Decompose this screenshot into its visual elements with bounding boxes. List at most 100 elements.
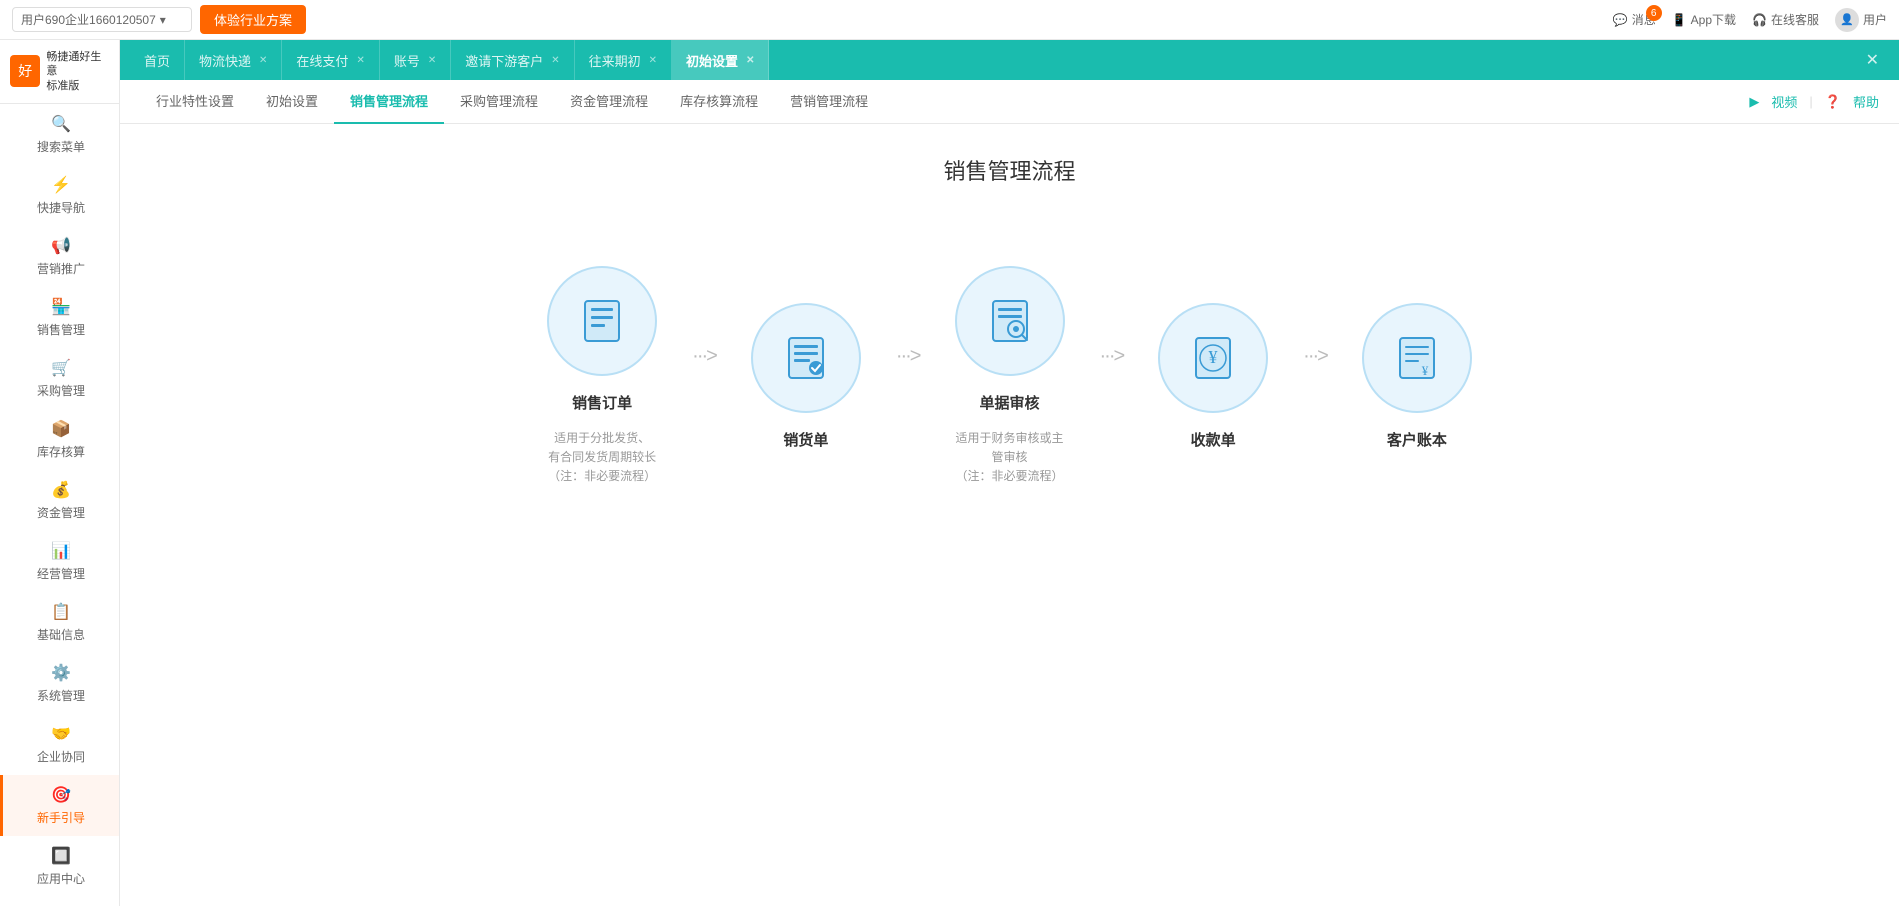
- collab-icon: 🤝: [51, 724, 71, 744]
- tab-close-account[interactable]: ✕: [428, 55, 436, 66]
- sidebar-item-label: 库存核算: [37, 443, 85, 460]
- online-service-item[interactable]: 🎧 在线客服: [1752, 11, 1819, 28]
- apps-icon: 🔲: [51, 846, 71, 866]
- flow-arrow-4: ···>: [1293, 345, 1337, 368]
- close-all-tabs[interactable]: ✕: [1856, 50, 1889, 70]
- sidebar-item-wechat[interactable]: 💬 企业微信: [0, 897, 119, 906]
- search-icon: 🔍: [51, 114, 71, 134]
- tab-close-period[interactable]: ✕: [649, 55, 657, 66]
- sidebar-item-sales[interactable]: 🏪 销售管理: [0, 287, 119, 348]
- flow-step-sales_order[interactable]: 销售订单适用于分批发货、 有合同发货周期较长 （注：非必要流程）: [522, 266, 682, 487]
- sidebar-item-search[interactable]: 🔍 搜索菜单: [0, 104, 119, 165]
- sub-tab-marketing_flow[interactable]: 营销管理流程: [774, 80, 884, 124]
- top-bar: 用户690企业1660120507 ▾ 体验行业方案 💬 消息 6 📱 App下…: [0, 0, 1899, 40]
- sidebar-item-operation[interactable]: 📊 经营管理: [0, 531, 119, 592]
- nav-tabs-container: 首页物流快递 ✕ 在线支付 ✕ 账号 ✕ 邀请下游客户 ✕ 往来期初 ✕ 初始设置 ✕: [130, 40, 769, 80]
- sidebar-item-inventory[interactable]: 📦 库存核算: [0, 409, 119, 470]
- user-name-label: 用户: [1863, 11, 1887, 28]
- flow-desc-sales_order: 适用于分批发货、 有合同发货周期较长 （注：非必要流程）: [548, 429, 656, 487]
- flow-label-receipt: 收款单: [1191, 429, 1236, 450]
- nav-tab-setup[interactable]: 初始设置 ✕: [672, 40, 769, 80]
- message-badge: 6: [1646, 5, 1662, 21]
- flow-label-delivery: 销货单: [783, 429, 828, 450]
- sidebar-item-system[interactable]: ⚙️ 系统管理: [0, 653, 119, 714]
- sidebar-item-label: 销售管理: [37, 321, 85, 338]
- dropdown-icon: ▾: [160, 13, 166, 27]
- help-icon: ❓: [1825, 94, 1841, 110]
- logo-icon: 好: [10, 55, 40, 87]
- sub-tab-finance_flow[interactable]: 资金管理流程: [554, 80, 664, 124]
- tab-label: 往来期初: [589, 51, 641, 70]
- sidebar-item-label: 快捷导航: [37, 199, 85, 216]
- sub-tab-purchase_flow[interactable]: 采购管理流程: [444, 80, 554, 124]
- nav-tab-home[interactable]: 首页: [130, 40, 185, 80]
- marketing-icon: 📢: [51, 236, 71, 256]
- help-label[interactable]: 帮助: [1853, 92, 1879, 111]
- purchase-icon: 🛒: [51, 358, 71, 378]
- sub-tab-sales_flow[interactable]: 销售管理流程: [334, 80, 444, 124]
- nav-tab-payment[interactable]: 在线支付 ✕: [282, 40, 379, 80]
- tab-close-invite[interactable]: ✕: [551, 55, 559, 66]
- flow-desc-audit: 适用于财务审核或主 管审核 （注：非必要流程）: [955, 429, 1063, 487]
- sidebar-item-apps[interactable]: 🔲 应用中心: [0, 836, 119, 897]
- sidebar-item-collab[interactable]: 🤝 企业协同: [0, 714, 119, 775]
- flow-step-account_book[interactable]: ¥ 客户账本: [1337, 303, 1497, 450]
- tab-close-payment[interactable]: ✕: [356, 55, 364, 66]
- sidebar-item-label: 采购管理: [37, 382, 85, 399]
- message-icon: 💬: [1613, 13, 1628, 27]
- sidebar-item-label: 资金管理: [37, 504, 85, 521]
- app-download-item[interactable]: 📱 App下载: [1672, 11, 1736, 28]
- nav-tab-logistics[interactable]: 物流快递 ✕: [185, 40, 282, 80]
- sidebar-item-label: 经营管理: [37, 565, 85, 582]
- sidebar-item-marketing[interactable]: 📢 营销推广: [0, 226, 119, 287]
- sidebar-item-finance[interactable]: 💰 资金管理: [0, 470, 119, 531]
- tab-label: 在线支付: [296, 51, 348, 70]
- trial-button[interactable]: 体验行业方案: [200, 5, 306, 34]
- sub-tab-industry[interactable]: 行业特性设置: [140, 80, 250, 124]
- tab-label: 物流快递: [199, 51, 251, 70]
- flow-label-account_book: 客户账本: [1387, 429, 1447, 450]
- sidebar: 好 畅捷通好生意 标准版 🔍 搜索菜单⚡ 快捷导航📢 营销推广🏪 销售管理🛒 采…: [0, 40, 120, 906]
- sidebar-item-purchase[interactable]: 🛒 采购管理: [0, 348, 119, 409]
- basic-icon: 📋: [51, 602, 71, 622]
- sub-tab-initial[interactable]: 初始设置: [250, 80, 334, 124]
- video-icon: ▶: [1749, 94, 1759, 110]
- flow-arrow-3: ···>: [1090, 345, 1134, 368]
- sidebar-item-label: 系统管理: [37, 687, 85, 704]
- tab-close-setup[interactable]: ✕: [746, 55, 754, 66]
- sidebar-item-label: 应用中心: [37, 870, 85, 887]
- operation-icon: 📊: [51, 541, 71, 561]
- user-label: 用户690企业1660120507: [21, 11, 156, 28]
- quicknav-icon: ⚡: [51, 175, 71, 195]
- sidebar-item-quicknav[interactable]: ⚡ 快捷导航: [0, 165, 119, 226]
- sidebar-item-label: 基础信息: [37, 626, 85, 643]
- tab-label: 邀请下游客户: [465, 51, 543, 70]
- sidebar-item-newbie[interactable]: 🎯 新手引导: [0, 775, 119, 836]
- user-select[interactable]: 用户690企业1660120507 ▾: [12, 7, 192, 32]
- tab-label: 初始设置: [686, 51, 738, 70]
- sidebar-item-label: 企业协同: [37, 748, 85, 765]
- user-avatar-item[interactable]: 👤 用户: [1835, 8, 1887, 32]
- tab-close-logistics[interactable]: ✕: [259, 55, 267, 66]
- flow-label-audit: 单据审核: [979, 392, 1039, 413]
- main-container: 好 畅捷通好生意 标准版 🔍 搜索菜单⚡ 快捷导航📢 营销推广🏪 销售管理🛒 采…: [0, 40, 1899, 906]
- flow-step-delivery[interactable]: 销货单: [726, 303, 886, 450]
- svg-text:¥: ¥: [1209, 347, 1218, 367]
- nav-tab-invite[interactable]: 邀请下游客户 ✕: [451, 40, 574, 80]
- sidebar-item-basic[interactable]: 📋 基础信息: [0, 592, 119, 653]
- sales-icon: 🏪: [51, 297, 71, 317]
- flow-step-audit[interactable]: 单据审核适用于财务审核或主 管审核 （注：非必要流程）: [930, 266, 1090, 487]
- flow-diagram: 销售订单适用于分批发货、 有合同发货周期较长 （注：非必要流程） ···> 销货单…: [140, 246, 1879, 507]
- online-service-label: 在线客服: [1771, 11, 1819, 28]
- video-label[interactable]: 视频: [1771, 92, 1797, 111]
- nav-tab-period[interactable]: 往来期初 ✕: [575, 40, 672, 80]
- top-bar-right: 💬 消息 6 📱 App下载 🎧 在线客服 👤 用户: [1613, 8, 1887, 32]
- separator: |: [1809, 94, 1812, 109]
- message-icon-item[interactable]: 💬 消息 6: [1613, 11, 1656, 28]
- flow-circle-sales_order: [547, 266, 657, 376]
- nav-tab-account[interactable]: 账号 ✕: [380, 40, 451, 80]
- tab-label: 账号: [394, 51, 420, 70]
- sub-tab-inventory_flow[interactable]: 库存核算流程: [664, 80, 774, 124]
- flow-circle-account_book: ¥: [1362, 303, 1472, 413]
- flow-step-receipt[interactable]: ¥ 收款单: [1133, 303, 1293, 450]
